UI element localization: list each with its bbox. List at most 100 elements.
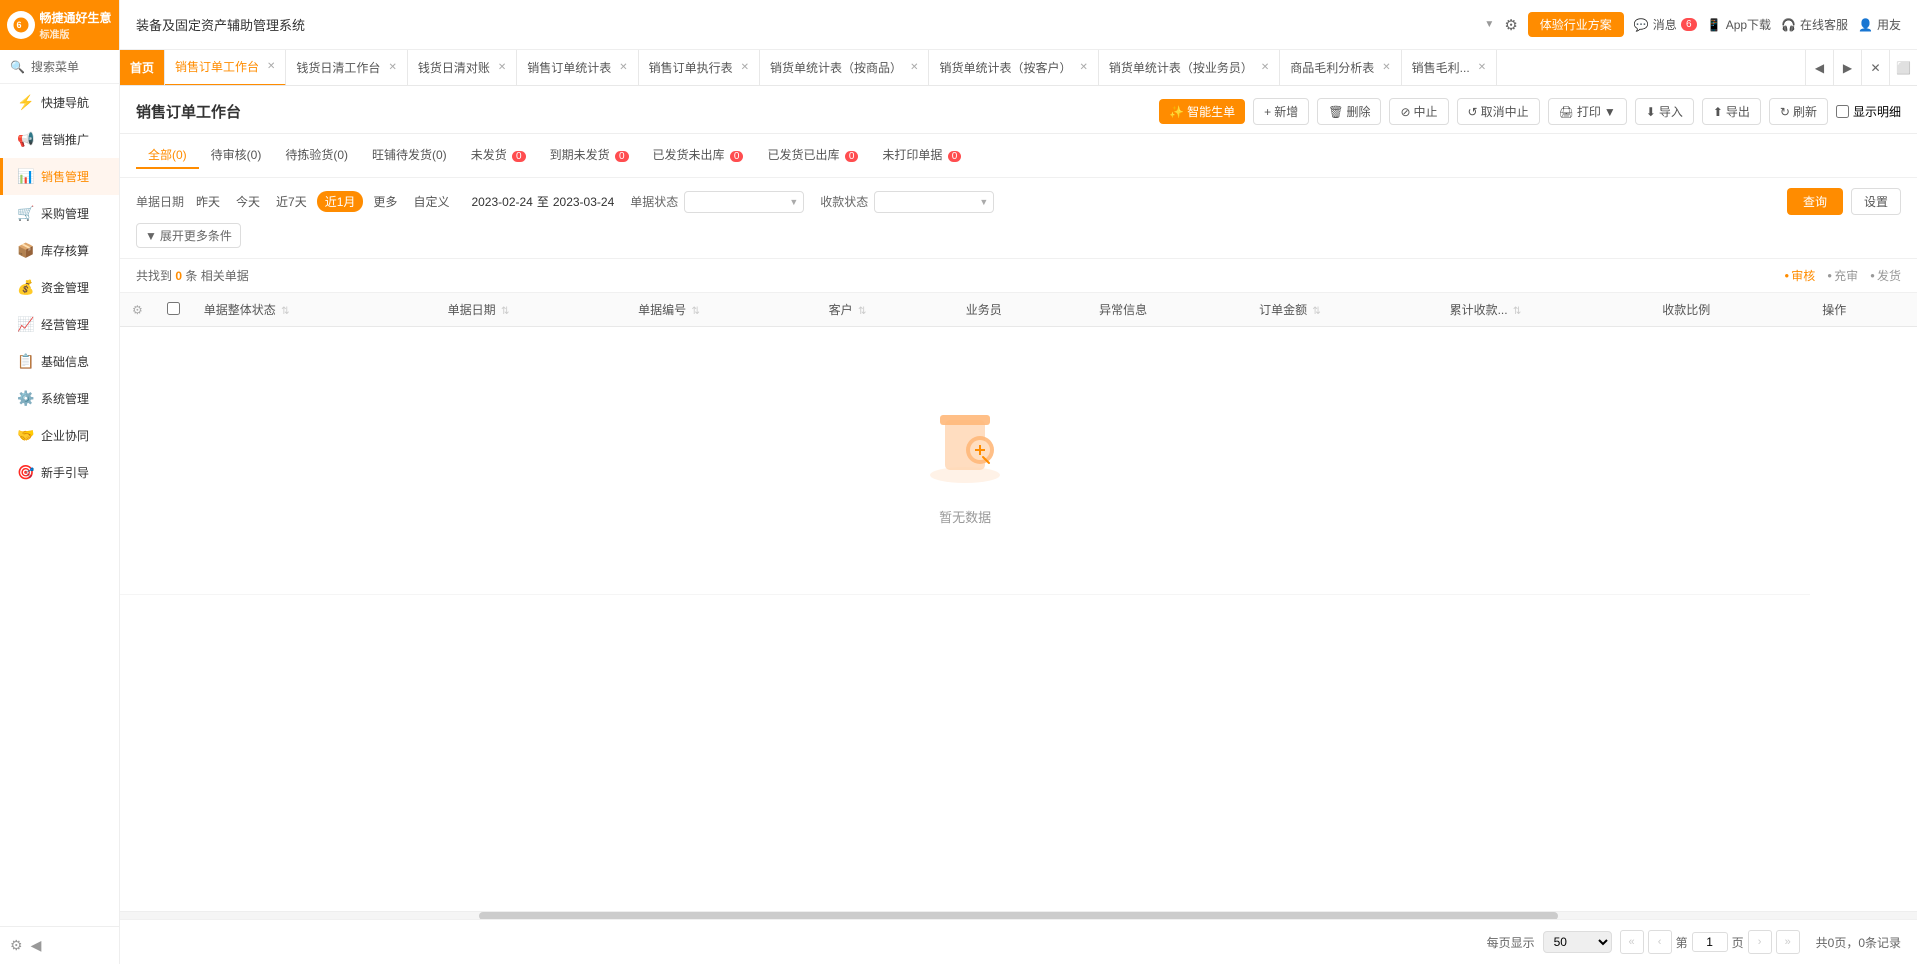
add-button[interactable]: + 新增 <box>1253 98 1309 125</box>
collapse-sidebar-button[interactable]: ◀ <box>31 937 42 954</box>
sidebar-search-item[interactable]: 🔍 搜索菜单 <box>0 50 119 84</box>
online-service-btn[interactable]: 🎧 在线客服 <box>1781 16 1848 33</box>
approve-link[interactable]: 审核 <box>1784 267 1815 284</box>
import-button[interactable]: ⬇ 导入 <box>1635 98 1694 125</box>
tab-sales-stat[interactable]: 销售订单统计表 ✕ <box>517 50 638 86</box>
tab-sales-summary-staff[interactable]: 销货单统计表（按业务员） ✕ <box>1099 50 1280 86</box>
tab-sales-summary-customer[interactable]: 销货单统计表（按客户） ✕ <box>929 50 1098 86</box>
svg-text:6: 6 <box>17 20 22 30</box>
smart-generate-button[interactable]: ✨ 智能生单 <box>1159 99 1245 124</box>
tab-close-icon[interactable]: ✕ <box>388 62 396 73</box>
expand-conditions-button[interactable]: ▼ 展开更多条件 <box>136 223 241 248</box>
import-icon: ⬇ <box>1646 105 1656 119</box>
sidebar-item-quick[interactable]: ⚡ 快捷导航 <box>0 84 119 121</box>
tab-close-icon[interactable]: ✕ <box>267 61 275 72</box>
filter-tab-wangpu[interactable]: 旺铺待发货(0) <box>360 142 459 169</box>
system-dropdown-arrow[interactable]: ▼ <box>1484 19 1494 30</box>
sort-status-icon[interactable]: ⇅ <box>281 306 289 317</box>
tab-maximize-button[interactable]: ⬜ <box>1889 50 1917 86</box>
sidebar-item-marketing[interactable]: 📢 营销推广 <box>0 121 119 158</box>
tab-close-all-button[interactable]: ✕ <box>1861 50 1889 86</box>
date-btn-custom[interactable]: 自定义 <box>407 191 455 212</box>
sidebar-item-finance[interactable]: 💰 资金管理 <box>0 269 119 306</box>
sort-number-icon[interactable]: ⇅ <box>691 306 699 317</box>
tab-prev-button[interactable]: ◀ <box>1805 50 1833 86</box>
date-btn-1month[interactable]: 近1月 <box>317 191 364 212</box>
filter-tab-pending-check[interactable]: 待拣验货(0) <box>273 142 360 169</box>
tab-home[interactable]: 首页 <box>120 50 165 86</box>
user-btn[interactable]: 👤 用友 <box>1858 16 1901 33</box>
cancel-stop-button[interactable]: ↺ 取消中止 <box>1457 98 1540 125</box>
ship-link[interactable]: 发货 <box>1870 267 1901 284</box>
industry-btn[interactable]: 体验行业方案 <box>1528 12 1624 37</box>
tab-next-button[interactable]: ▶ <box>1833 50 1861 86</box>
horizontal-scrollbar[interactable] <box>120 911 1917 919</box>
tab-close-icon[interactable]: ✕ <box>1478 62 1486 73</box>
tab-close-icon[interactable]: ✕ <box>1382 62 1390 73</box>
sidebar-item-basic[interactable]: 📋 基础信息 <box>0 343 119 380</box>
tab-cash-daily[interactable]: 钱货日清工作台 ✕ <box>286 50 407 86</box>
export-button[interactable]: ⬆ 导出 <box>1702 98 1761 125</box>
last-page-button[interactable]: » <box>1776 930 1800 954</box>
sidebar-item-operation[interactable]: 📈 经营管理 <box>0 306 119 343</box>
filter-tab-pending[interactable]: 待审核(0) <box>199 142 274 169</box>
message-btn[interactable]: 💬 消息 6 <box>1634 16 1697 33</box>
date-btn-today[interactable]: 今天 <box>230 191 266 212</box>
revoke-link[interactable]: 充审 <box>1827 267 1858 284</box>
show-detail-checkbox-label[interactable]: 显示明细 <box>1836 103 1901 120</box>
tab-close-icon[interactable]: ✕ <box>741 62 749 73</box>
sort-collected-icon[interactable]: ⇅ <box>1513 306 1521 317</box>
tab-sales-order[interactable]: 销售订单工作台 ✕ <box>165 50 286 86</box>
sidebar-item-system[interactable]: ⚙️ 系统管理 <box>0 380 119 417</box>
date-btn-7days[interactable]: 近7天 <box>270 191 313 212</box>
delete-button[interactable]: 🗑 删除 <box>1317 98 1381 125</box>
tab-goods-profit[interactable]: 商品毛利分析表 ✕ <box>1280 50 1401 86</box>
tab-sales-summary-product[interactable]: 销货单统计表（按商品） ✕ <box>760 50 929 86</box>
tab-close-icon[interactable]: ✕ <box>910 62 918 73</box>
print-button[interactable]: 🖨 打印 ▼ <box>1548 98 1627 125</box>
tab-sales-exec[interactable]: 销售订单执行表 ✕ <box>639 50 760 86</box>
date-btn-yesterday[interactable]: 昨天 <box>190 191 226 212</box>
prev-page-button[interactable]: ‹ <box>1648 930 1672 954</box>
stop-button[interactable]: ⊘ 中止 <box>1389 98 1448 125</box>
filter-tab-shipped-out[interactable]: 已发货已出库 0 <box>755 142 870 169</box>
filter-tab-not-printed[interactable]: 未打印单据 0 <box>870 142 973 169</box>
filter-tab-overdue[interactable]: 到期未发货 0 <box>538 142 641 169</box>
filter-tab-not-shipped[interactable]: 未发货 0 <box>459 142 538 169</box>
filter-tab-all[interactable]: 全部(0) <box>136 142 199 169</box>
set-button[interactable]: 设置 <box>1851 188 1901 215</box>
tab-close-icon[interactable]: ✕ <box>1261 62 1269 73</box>
tab-cash-account[interactable]: 钱货日清对账 ✕ <box>408 50 517 86</box>
refresh-button[interactable]: ↻ 刷新 <box>1769 98 1828 125</box>
sidebar-item-inventory[interactable]: 📦 库存核算 <box>0 232 119 269</box>
tab-close-icon[interactable]: ✕ <box>498 62 506 73</box>
scrollbar-thumb[interactable] <box>479 912 1557 919</box>
settings-icon-button[interactable]: ⚙ <box>1504 16 1517 34</box>
payment-select[interactable] <box>874 191 994 213</box>
tab-sales-more[interactable]: 销售毛利... ✕ <box>1402 50 1497 86</box>
app-download-btn[interactable]: 📱 App下载 <box>1707 16 1771 33</box>
settings-bottom-button[interactable]: ⚙ <box>10 937 23 954</box>
page-number-input[interactable] <box>1692 932 1728 952</box>
first-page-button[interactable]: « <box>1620 930 1644 954</box>
sidebar-item-guide[interactable]: 🎯 新手引导 <box>0 454 119 491</box>
tab-close-icon[interactable]: ✕ <box>1079 62 1087 73</box>
user-name: 用友 <box>1877 16 1901 33</box>
next-page-button[interactable]: › <box>1748 930 1772 954</box>
filter-tab-not-printed-label: 未打印单据 <box>882 148 942 162</box>
tab-close-icon[interactable]: ✕ <box>619 62 627 73</box>
date-btn-more[interactable]: 更多 <box>367 191 403 212</box>
select-all-checkbox[interactable] <box>167 302 180 315</box>
sidebar-item-sales[interactable]: 📊 销售管理 <box>0 158 119 195</box>
filter-tab-shipped-not-out[interactable]: 已发货未出库 0 <box>641 142 756 169</box>
per-page-select[interactable]: 50 10 20 100 <box>1543 931 1612 953</box>
status-select[interactable] <box>684 191 804 213</box>
show-detail-checkbox[interactable] <box>1836 105 1849 118</box>
query-button[interactable]: 查询 <box>1787 188 1843 215</box>
sidebar-item-purchase[interactable]: 🛒 采购管理 <box>0 195 119 232</box>
sidebar-item-enterprise[interactable]: 🤝 企业协同 <box>0 417 119 454</box>
sort-customer-icon[interactable]: ⇅ <box>858 306 866 317</box>
column-settings[interactable]: ⚙ <box>120 293 155 327</box>
sort-date-icon[interactable]: ⇅ <box>501 306 509 317</box>
sort-amount-icon[interactable]: ⇅ <box>1312 306 1320 317</box>
